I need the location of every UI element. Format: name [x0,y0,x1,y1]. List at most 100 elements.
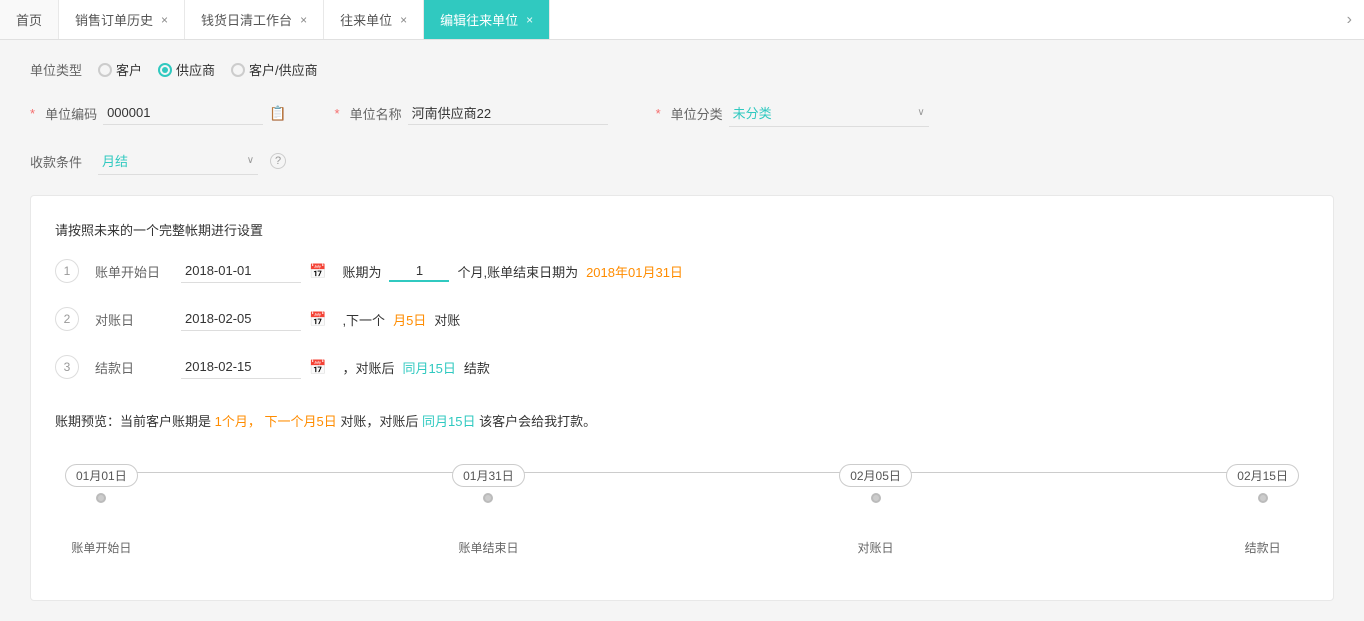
preview-label: 账期预览：当前客户账期是 [55,414,211,429]
tab-close-edit-partner[interactable]: × [526,13,533,27]
step-3-calendar-icon[interactable]: 📅 [309,359,326,376]
step-3-row: 3 结款日 📅 ，对账后 同月15日 结款 [55,355,1309,379]
radio-label-supplier: 供应商 [176,60,215,79]
timeline-dot-2 [871,493,881,503]
unit-category-dropdown[interactable]: 未分类 ∨ [729,99,929,127]
tab-edit-partner[interactable]: 编辑往来单位 × [424,0,550,39]
step-2-date-input[interactable] [181,307,301,331]
step-3-suffix-highlight: 同月15日 [402,358,455,377]
radio-both[interactable]: 客户/供应商 [231,60,318,79]
unit-code-field: * 单位编码 📋 [30,101,287,125]
timeline-date-2: 02月05日 [839,464,912,487]
step-3-date-input[interactable] [181,355,301,379]
step-1-label: 账单开始日 [95,262,165,281]
unit-code-icon[interactable]: 📋 [269,105,286,122]
step-1-number: 1 [55,259,79,283]
step-2-number: 2 [55,307,79,331]
tab-more-button[interactable]: › [1335,0,1364,39]
unit-type-label: 单位类型 [30,60,82,79]
tab-close-partner-unit[interactable]: × [400,13,407,27]
step-2-value: 📅 ,下一个 月5日 对账 [181,307,460,331]
step-1-value: 📅 账期为 个月,账单结束日期为 2018年01月31日 [181,259,683,283]
step-3-label: 结款日 [95,358,165,377]
step-1-period-prefix: 账期为 [342,262,381,281]
radio-label-both: 客户/供应商 [249,60,318,79]
tab-sales-order[interactable]: 销售订单历史 × [59,0,185,39]
preview-payment: 同月15日 [422,414,475,429]
timeline-label-2: 对账日 [858,539,894,556]
step-2-calendar-icon[interactable]: 📅 [309,311,326,328]
tab-label-sales-order: 销售订单历史 [75,10,153,29]
step-1-calendar-icon[interactable]: 📅 [309,263,326,280]
unit-name-field: * 单位名称 [335,101,608,125]
tab-label-partner-unit: 往来单位 [340,10,392,29]
unit-name-input[interactable] [408,101,608,125]
radio-supplier[interactable]: 供应商 [158,60,215,79]
unit-name-label: 单位名称 [350,104,402,123]
step-1-date-input[interactable] [181,259,301,283]
step-2-label: 对账日 [95,310,165,329]
tab-label-home: 首页 [16,10,42,29]
unit-code-input[interactable] [103,101,263,125]
timeline-point-2: 02月05日对账日 [839,464,912,556]
payment-condition-label: 收款条件 [30,152,82,171]
payment-dropdown-arrow-icon: ∨ [247,155,254,166]
timeline-dot-3 [1258,493,1268,503]
card-title: 请按照未来的一个完整帐期进行设置 [55,220,1309,239]
step-3-value: 📅 ，对账后 同月15日 结款 [181,355,490,379]
payment-condition-dropdown[interactable]: 月结 ∨ [98,147,258,175]
tab-close-sales-order[interactable]: × [161,13,168,27]
timeline-date-1: 01月31日 [452,464,525,487]
timeline-label-3: 结款日 [1245,539,1281,556]
unit-category-value: 未分类 [733,103,914,122]
timeline-point-0: 01月01日账单开始日 [65,464,138,556]
timeline-date-0: 01月01日 [65,464,138,487]
payment-condition-row: 收款条件 月结 ∨ ? [30,147,1334,175]
unit-code-label: 单位编码 [45,104,97,123]
step-3-suffix-plain: ，对账后 [342,358,394,377]
unit-type-row: 单位类型 客户 供应商 客户/供应商 [30,60,1334,79]
step-1-period-suffix: 个月,账单结束日期为 [457,262,578,281]
step-2-suffix-end: 对账 [434,310,460,329]
preview-reconcile: 下一个月5日 [265,414,337,429]
preview-end: 该客户会给我打款。 [479,414,596,429]
timeline-point-1: 01月31日账单结束日 [452,464,525,556]
timeline: 01月01日账单开始日 01月31日账单结束日 02月05日对账日 02月15日结款日 [65,454,1299,576]
radio-circle-supplier [158,63,172,77]
timeline-points: 01月01日账单开始日 01月31日账单结束日 02月05日对账日 02月15日结款日 [65,464,1299,556]
timeline-label-0: 账单开始日 [71,539,131,556]
unit-name-star: * [335,106,340,121]
tab-home[interactable]: 首页 [0,0,59,39]
unit-category-field: * 单位分类 未分类 ∨ [656,99,929,127]
preview-section: 账期预览：当前客户账期是 1个月， 下一个月5日 对账，对账后 同月15日 该客… [55,403,1309,430]
period-card: 请按照未来的一个完整帐期进行设置 1 账单开始日 📅 账期为 个月,账单结束日期… [30,195,1334,601]
payment-condition-value: 月结 [102,151,243,170]
step-2-suffix-highlight: 月5日 [393,310,426,329]
period-input[interactable] [389,261,449,282]
radio-customer[interactable]: 客户 [98,60,142,79]
timeline-point-3: 02月15日结款日 [1226,464,1299,556]
main-content: 单位类型 客户 供应商 客户/供应商 * 单位编码 📋 * 单位名称 [0,40,1364,621]
unit-category-label: 单位分类 [671,104,723,123]
tab-label-cash-work: 钱货日清工作台 [201,10,292,29]
timeline-date-3: 02月15日 [1226,464,1299,487]
step-1-end-date: 2018年01月31日 [586,262,683,281]
unit-info-row: * 单位编码 📋 * 单位名称 * 单位分类 未分类 ∨ [30,99,1334,127]
tab-partner-unit[interactable]: 往来单位 × [324,0,424,39]
timeline-dot-0 [96,493,106,503]
preview-period: 1个月， [215,414,261,429]
tab-close-cash-work[interactable]: × [300,13,307,27]
step-2-row: 2 对账日 📅 ,下一个 月5日 对账 [55,307,1309,331]
help-icon[interactable]: ? [270,153,286,169]
preview-mid: 对账，对账后 [340,414,418,429]
radio-circle-both [231,63,245,77]
tab-cash-work[interactable]: 钱货日清工作台 × [185,0,324,39]
unit-category-star: * [656,106,661,121]
step-1-row: 1 账单开始日 📅 账期为 个月,账单结束日期为 2018年01月31日 [55,259,1309,283]
tab-bar: 首页 销售订单历史 × 钱货日清工作台 × 往来单位 × 编辑往来单位 × › [0,0,1364,40]
unit-type-radio-group: 客户 供应商 客户/供应商 [98,60,318,79]
unit-category-arrow-icon: ∨ [917,107,924,118]
timeline-wrapper: 01月01日账单开始日 01月31日账单结束日 02月05日对账日 02月15日结款日 [55,454,1309,576]
tab-label-edit-partner: 编辑往来单位 [440,10,518,29]
timeline-label-1: 账单结束日 [458,539,518,556]
